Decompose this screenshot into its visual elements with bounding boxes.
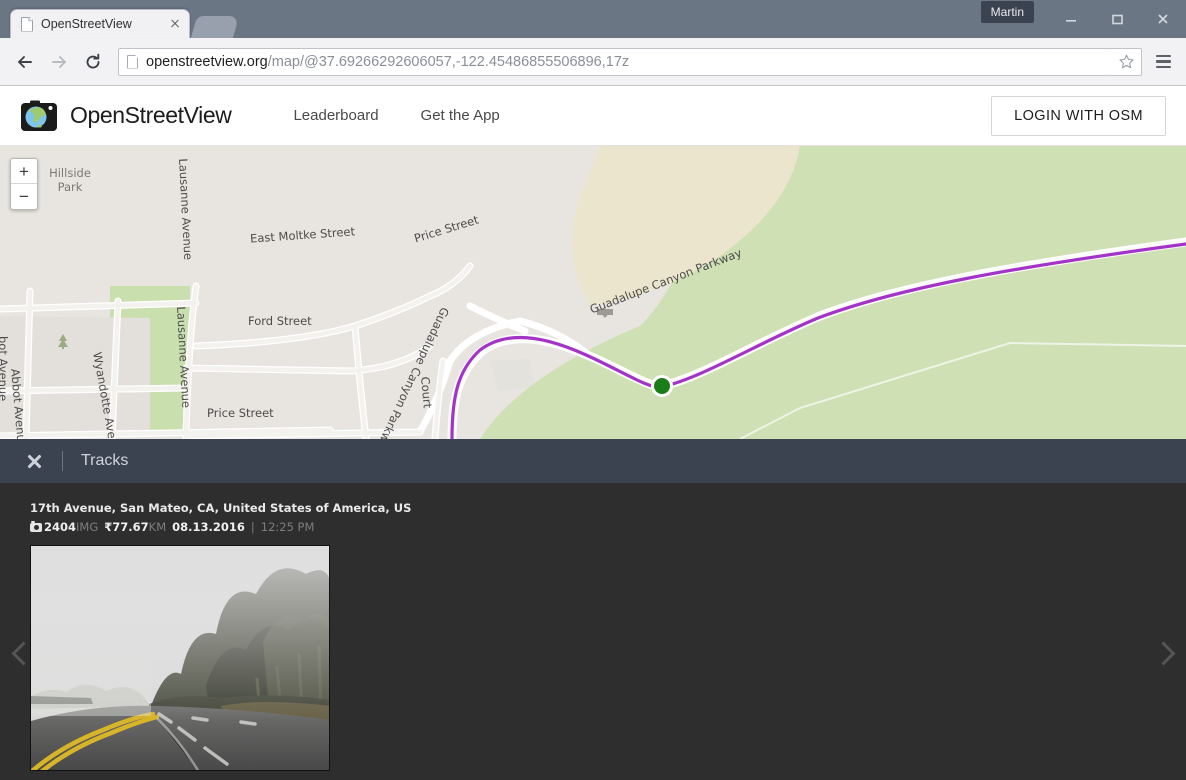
map-zoom-controls: + −	[10, 158, 38, 210]
site-header: OpenStreetView Leaderboard Get the App L…	[0, 86, 1186, 146]
track-distance-unit: KM	[148, 520, 167, 534]
track-meta-separator: |	[250, 520, 255, 534]
tracks-panel-header: Tracks	[0, 439, 1186, 483]
login-with-osm-button[interactable]: LOGIN WITH OSM	[991, 95, 1166, 136]
browser-window: OpenStreetView Martin openstreetview.org…	[0, 0, 1186, 780]
chevron-left-icon	[10, 641, 36, 666]
track-distance: 77.67	[112, 520, 149, 534]
track-photo-thumbnail[interactable]	[30, 545, 330, 771]
map-label-hillside-park: Hillside Park	[49, 166, 91, 195]
close-button[interactable]	[1140, 0, 1186, 38]
url-path: /map/@37.69266292606057,-122.45486855506…	[267, 53, 630, 70]
nav-link-get-the-app[interactable]: Get the App	[421, 107, 500, 124]
map-canvas[interactable]: + − Hillside Park bot Avenue Abbot Avenu…	[0, 146, 1186, 439]
brand[interactable]: OpenStreetView	[20, 97, 232, 135]
site-nav: Leaderboard Get the App	[293, 107, 499, 124]
nav-link-leaderboard[interactable]: Leaderboard	[293, 107, 378, 124]
tab-title: OpenStreetView	[41, 17, 132, 31]
tracks-panel-body: 17th Avenue, San Mateo, CA, United State…	[0, 483, 1186, 780]
track-image-count: 2404	[44, 520, 77, 534]
tracks-panel-title: Tracks	[81, 452, 129, 469]
track-time: 12:25 PM	[260, 520, 315, 534]
new-tab-button[interactable]	[190, 16, 240, 38]
browser-menu-icon[interactable]	[1148, 45, 1178, 79]
bookmark-star-icon[interactable]	[1112, 47, 1142, 76]
brand-name: OpenStreetView	[70, 102, 232, 128]
tab-close-icon[interactable]	[167, 16, 183, 32]
tracks-close-icon[interactable]	[26, 452, 44, 470]
map-vector-layer	[0, 146, 1186, 439]
maximize-button[interactable]	[1094, 0, 1140, 38]
reload-button[interactable]	[76, 45, 110, 79]
address-bar[interactable]: openstreetview.org /map/@37.692662926060…	[118, 47, 1113, 76]
zoom-in-button[interactable]: +	[11, 159, 37, 184]
track-address: 17th Avenue, San Mateo, CA, United State…	[30, 501, 412, 515]
browser-tab[interactable]: OpenStreetView	[10, 9, 190, 38]
window-controls: Martin	[980, 0, 1186, 38]
previous-photo-button[interactable]	[0, 483, 40, 780]
window-titlebar: OpenStreetView Martin	[0, 0, 1186, 38]
page-favicon-icon	[21, 17, 33, 32]
track-image-unit: IMG	[76, 520, 99, 534]
openstreetview-logo-icon	[20, 97, 58, 135]
chevron-right-icon	[1150, 641, 1176, 666]
user-profile-chip[interactable]: Martin	[980, 1, 1034, 23]
zoom-out-button[interactable]: −	[11, 184, 37, 209]
current-position-marker	[654, 378, 670, 394]
forward-button[interactable]	[42, 45, 76, 79]
tab-strip: OpenStreetView	[0, 0, 240, 38]
url-favicon-icon	[127, 55, 138, 69]
next-photo-button[interactable]	[1146, 483, 1186, 780]
url-domain: openstreetview.org	[146, 53, 268, 70]
minimize-button[interactable]	[1048, 0, 1094, 38]
track-date: 08.13.2016	[172, 520, 245, 534]
distance-symbol-icon: ₹	[104, 520, 113, 534]
track-metadata: 2404 IMG ₹ 77.67 KM 08.13.2016 | 12:25 P…	[30, 520, 1186, 534]
back-button[interactable]	[8, 45, 42, 79]
tracks-header-divider	[62, 451, 63, 471]
browser-toolbar: openstreetview.org /map/@37.692662926060…	[0, 38, 1186, 86]
